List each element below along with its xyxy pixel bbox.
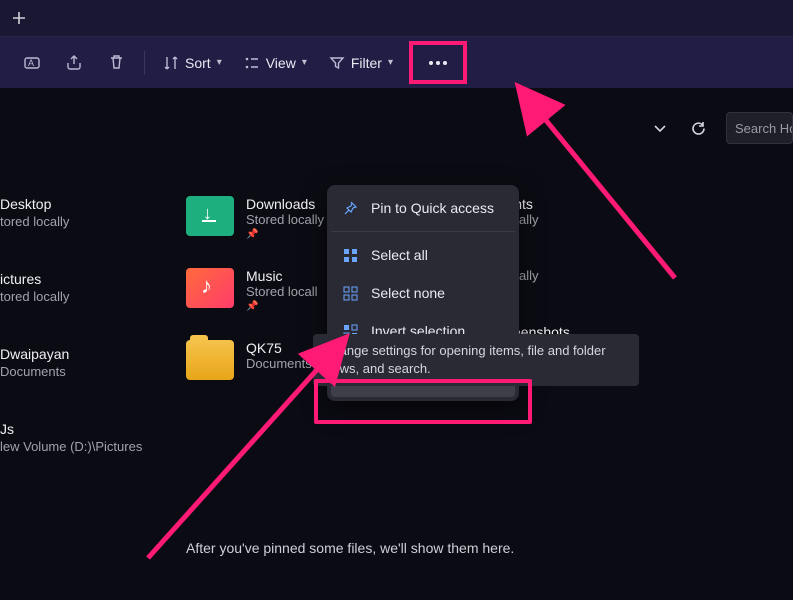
filter-button[interactable]: Filter ▾ [321,49,401,77]
toolbar-separator [144,51,145,75]
sort-icon [163,55,179,71]
menu-label: Select none [371,285,445,301]
menu-select-none[interactable]: Select none [331,274,515,312]
tab-bar [0,0,793,36]
select-none-icon [341,284,359,302]
annotation-arrow [525,98,695,293]
view-label: View [266,55,296,71]
filter-icon [329,55,345,71]
menu-select-all[interactable]: Select all [331,236,515,274]
delete-icon[interactable] [98,45,134,81]
folder-item[interactable]: icturestored locally [0,271,142,304]
rename-icon[interactable]: A [14,45,50,81]
share-icon[interactable] [56,45,92,81]
search-input[interactable]: Search Ho [726,112,793,144]
toolbar: A Sort ▾ View ▾ Filter ▾ [0,36,793,88]
sidebar-folders: Desktoptored locally icturestored locall… [0,196,142,496]
view-icon [244,55,260,71]
folder-item[interactable]: Desktoptored locally [0,196,142,229]
downloads-folder-icon [186,196,234,236]
pin-icon [341,199,359,217]
content-area: Search Ho Desktoptored locally icturesto… [0,88,793,600]
sort-label: Sort [185,55,211,71]
annotation-arrow [138,348,348,573]
chevron-down-icon: ▾ [302,57,307,68]
folder-item[interactable]: DwaipayanDocuments [0,346,142,379]
music-folder-icon [186,268,234,308]
menu-pin-quick-access[interactable]: Pin to Quick access [331,189,515,227]
view-button[interactable]: View ▾ [236,49,315,77]
more-button[interactable] [429,61,447,65]
chevron-down-icon: ▾ [217,57,222,68]
more-button-highlight [409,41,467,84]
svg-text:A: A [28,58,34,68]
chevron-down-icon: ▾ [388,57,393,68]
select-all-icon [341,246,359,264]
menu-label: Pin to Quick access [371,200,494,216]
add-tab-button[interactable] [10,9,28,27]
filter-label: Filter [351,55,382,71]
menu-label: Select all [371,247,428,263]
folder-item[interactable]: Jslew Volume (D:)\Pictures [0,421,142,454]
menu-separator [331,231,515,232]
sort-button[interactable]: Sort ▾ [155,49,230,77]
